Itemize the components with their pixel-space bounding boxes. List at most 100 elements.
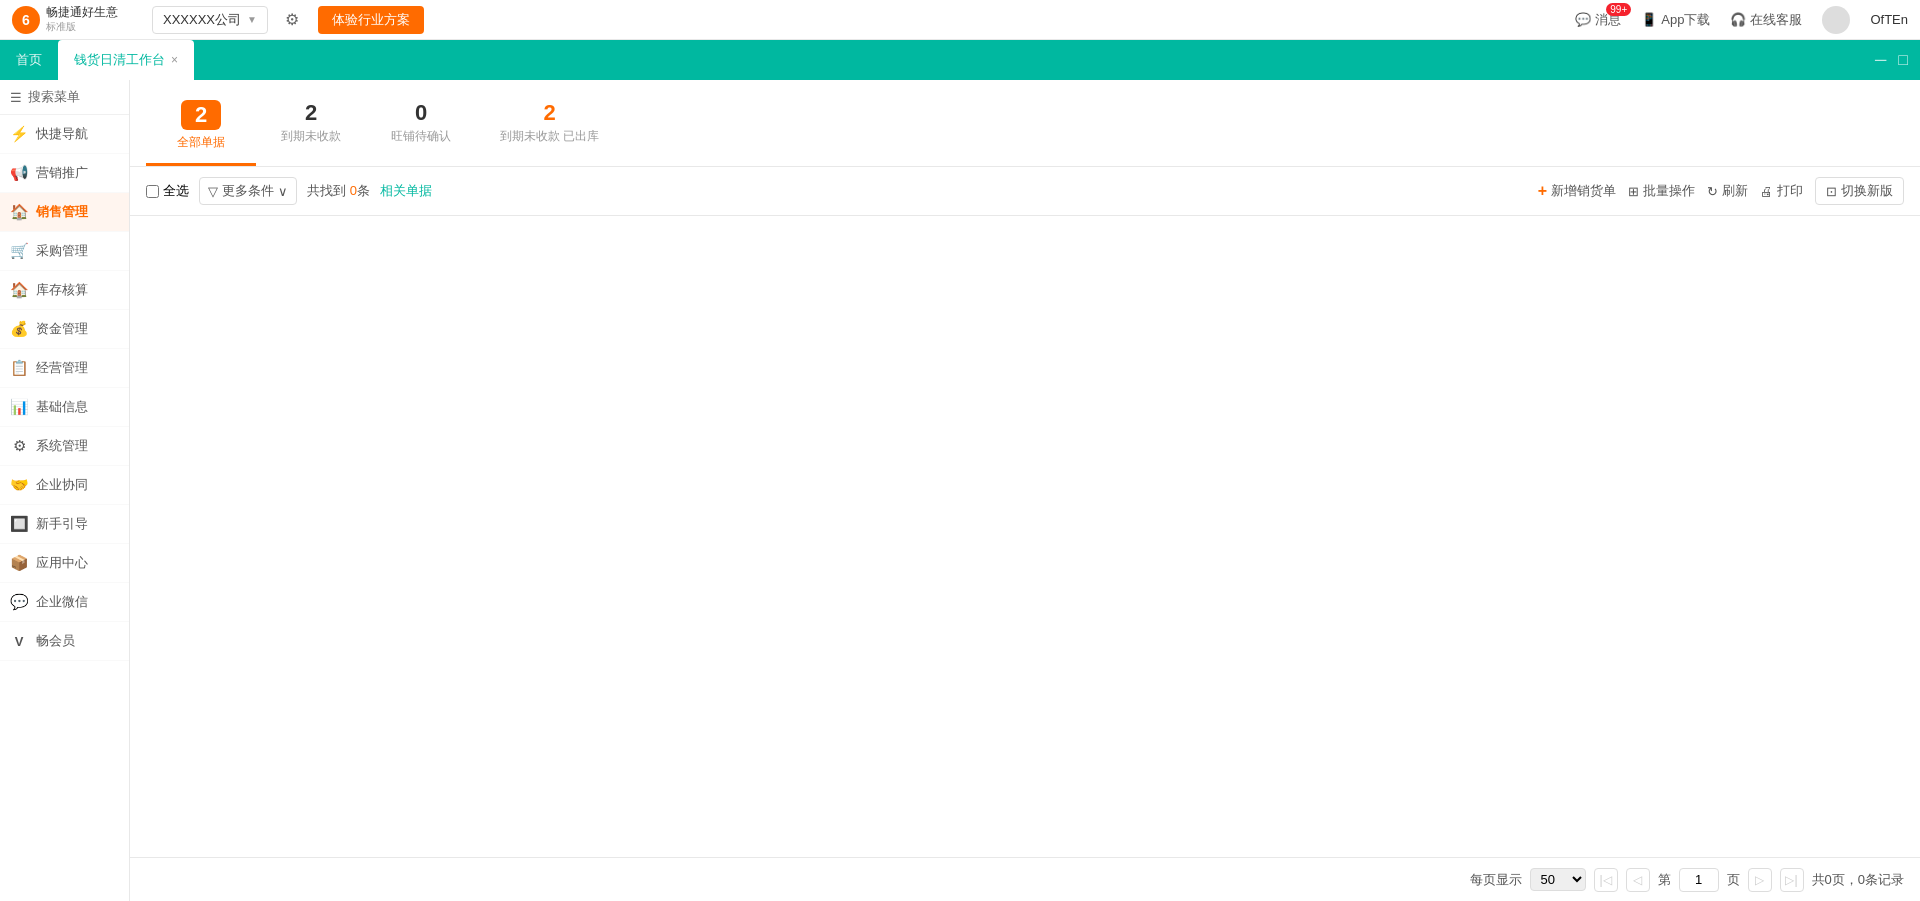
sidebar-item-app-center[interactable]: 📦 应用中心 (0, 544, 129, 583)
header-right: 💬 消息 99+ 📱 App下载 🎧 在线客服 OfTEn (1575, 6, 1908, 34)
company-name: XXXXXX公司 (163, 11, 241, 29)
sidebar-item-label-wechat: 企业微信 (36, 593, 88, 611)
stat-label-outbound: 到期未收款 已出库 (500, 128, 599, 145)
search-menu-button[interactable]: ☰ 搜索菜单 (0, 80, 129, 115)
stat-tab-overdue[interactable]: 2 到期未收款 (256, 92, 366, 166)
headset-icon: 🎧 (1730, 12, 1746, 27)
stats-tabs: 2 全部单据 2 到期未收款 0 旺铺待确认 2 到期未收款 已出库 (130, 80, 1920, 167)
pagination-bar: 每页显示 50 100 200 |◁ ◁ 第 页 ▷ ▷| 共0页，0条记录 (130, 857, 1920, 901)
tab-active[interactable]: 钱货日清工作台 × (58, 40, 194, 80)
batch-operation-button[interactable]: ⊞ 批量操作 (1628, 182, 1695, 200)
trial-button[interactable]: 体验行业方案 (318, 6, 424, 34)
sidebar-item-operation[interactable]: 📋 经营管理 (0, 349, 129, 388)
close-tab-icon[interactable]: × (171, 53, 178, 67)
nav-tabs-bar: 首页 钱货日清工作台 × ─ □ (0, 40, 1920, 80)
online-service-button[interactable]: 🎧 在线客服 (1730, 11, 1802, 29)
home-tab-label: 首页 (16, 51, 42, 69)
main-layout: ☰ 搜索菜单 ⚡ 快捷导航 📢 营销推广 🏠 销售管理 🛒 采购管理 🏠 库存核… (0, 80, 1920, 901)
sidebar-item-label-quick-nav: 快捷导航 (36, 125, 88, 143)
sidebar-item-purchase[interactable]: 🛒 采购管理 (0, 232, 129, 271)
print-button[interactable]: 🖨 打印 (1760, 182, 1803, 200)
current-page-input[interactable] (1679, 868, 1719, 892)
logo-tag: 标准版 (46, 20, 118, 34)
select-all-checkbox[interactable]: 全选 (146, 182, 189, 200)
batch-label: 批量操作 (1643, 182, 1695, 200)
dropdown-arrow-icon: ▼ (247, 14, 257, 25)
stat-count-pending: 0 (415, 100, 427, 126)
print-icon: 🖨 (1760, 184, 1773, 199)
stat-tab-pending[interactable]: 0 旺铺待确认 (366, 92, 476, 166)
sidebar-item-label-operation: 经营管理 (36, 359, 88, 377)
message-badge: 99+ (1606, 3, 1631, 16)
wechat-icon: 💬 (10, 593, 28, 611)
sidebar-item-label-inventory: 库存核算 (36, 281, 88, 299)
sidebar-item-cooperation[interactable]: 🤝 企业协同 (0, 466, 129, 505)
switch-version-button[interactable]: ⊡ 切换新版 (1815, 177, 1904, 205)
avatar[interactable] (1822, 6, 1850, 34)
stat-count-all: 2 (181, 100, 221, 130)
stat-label-overdue: 到期未收款 (281, 128, 341, 145)
stat-count-overdue: 2 (305, 100, 317, 126)
active-tab-label: 钱货日清工作台 (74, 51, 165, 69)
sidebar-item-guide[interactable]: 🔲 新手引导 (0, 505, 129, 544)
finance-icon: 💰 (10, 320, 28, 338)
switch-label: 切换新版 (1841, 182, 1893, 200)
filter-button[interactable]: ▽ 更多条件 ∨ (199, 177, 297, 205)
online-service-label: 在线客服 (1750, 11, 1802, 29)
logo-text: 畅捷通好生意 (46, 5, 118, 21)
next-page-button[interactable]: ▷ (1748, 868, 1772, 892)
top-header: 6 畅捷通好生意 标准版 XXXXXX公司 ▼ ⚙ 体验行业方案 💬 消息 99… (0, 0, 1920, 40)
refresh-icon: ↻ (1707, 184, 1718, 199)
app-download-button[interactable]: 📱 App下载 (1641, 11, 1710, 29)
marketing-icon: 📢 (10, 164, 28, 182)
sidebar-item-label-app-center: 应用中心 (36, 554, 88, 572)
sidebar-item-label-cooperation: 企业协同 (36, 476, 88, 494)
sidebar-item-marketing[interactable]: 📢 营销推广 (0, 154, 129, 193)
per-page-select[interactable]: 50 100 200 (1530, 868, 1586, 891)
page-label-ye: 页 (1727, 871, 1740, 889)
nav-tab-actions: ─ □ (1871, 47, 1920, 73)
logo-area: 6 畅捷通好生意 标准版 (12, 5, 142, 35)
operation-icon: 📋 (10, 359, 28, 377)
message-button[interactable]: 💬 消息 99+ (1575, 11, 1621, 29)
sidebar-item-finance[interactable]: 💰 资金管理 (0, 310, 129, 349)
sidebar-item-sales[interactable]: 🏠 销售管理 (0, 193, 129, 232)
refresh-label: 刷新 (1722, 182, 1748, 200)
sidebar-item-inventory[interactable]: 🏠 库存核算 (0, 271, 129, 310)
app-center-icon: 📦 (10, 554, 28, 572)
search-menu-label: 搜索菜单 (28, 88, 80, 106)
related-orders-link[interactable]: 相关单据 (380, 182, 432, 200)
filter-arrow-icon: ∨ (278, 184, 288, 199)
basic-info-icon: 📊 (10, 398, 28, 416)
sidebar-item-quick-nav[interactable]: ⚡ 快捷导航 (0, 115, 129, 154)
stat-label-all: 全部单据 (177, 134, 225, 151)
found-count-number: 0 (350, 183, 357, 198)
maximize-window-icon[interactable]: □ (1894, 47, 1912, 73)
sidebar-item-label-marketing: 营销推广 (36, 164, 88, 182)
first-page-button[interactable]: |◁ (1594, 868, 1618, 892)
found-count-text: 共找到 0条 (307, 182, 370, 200)
stat-tab-outbound[interactable]: 2 到期未收款 已出库 (476, 92, 623, 166)
per-page-label: 每页显示 (1470, 871, 1522, 889)
sidebar-item-member[interactable]: V 畅会员 (0, 622, 129, 661)
batch-icon: ⊞ (1628, 184, 1639, 199)
sidebar-item-system[interactable]: ⚙ 系统管理 (0, 427, 129, 466)
select-all-label: 全选 (163, 182, 189, 200)
refresh-button[interactable]: ↻ 刷新 (1707, 182, 1748, 200)
last-page-button[interactable]: ▷| (1780, 868, 1804, 892)
tab-home[interactable]: 首页 (0, 40, 58, 80)
sidebar-item-label-basic-info: 基础信息 (36, 398, 88, 416)
toolbar-left: 全选 ▽ 更多条件 ∨ 共找到 0条 相关单据 (146, 177, 1526, 205)
settings-button[interactable]: ⚙ (278, 6, 306, 34)
quick-nav-icon: ⚡ (10, 125, 28, 143)
sidebar-item-wechat[interactable]: 💬 企业微信 (0, 583, 129, 622)
sidebar-item-basic-info[interactable]: 📊 基础信息 (0, 388, 129, 427)
add-sales-order-button[interactable]: + 新增销货单 (1538, 182, 1616, 200)
logo-text-area: 畅捷通好生意 标准版 (46, 5, 118, 35)
purchase-icon: 🛒 (10, 242, 28, 260)
select-all-input[interactable] (146, 185, 159, 198)
company-selector[interactable]: XXXXXX公司 ▼ (152, 6, 268, 34)
stat-tab-all[interactable]: 2 全部单据 (146, 92, 256, 166)
minimize-window-icon[interactable]: ─ (1871, 47, 1890, 73)
prev-page-button[interactable]: ◁ (1626, 868, 1650, 892)
